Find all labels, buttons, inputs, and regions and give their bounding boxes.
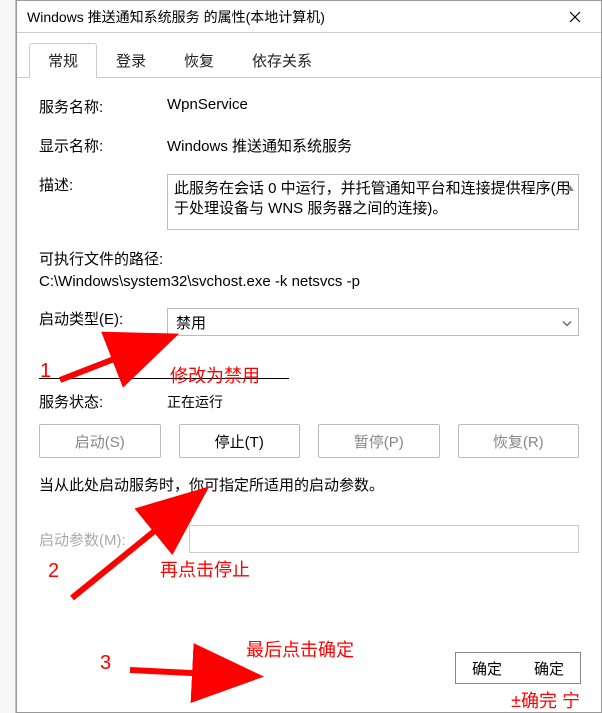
close-icon (569, 11, 581, 23)
start-params-label: 启动参数(M): (39, 529, 189, 550)
display-name-label: 显示名称: (39, 135, 167, 156)
close-button[interactable] (555, 3, 595, 31)
scroll-up-icon[interactable] (565, 179, 575, 189)
resume-button: 恢复(R) (458, 424, 580, 458)
dialog-button-group: 确定 确定 (455, 652, 581, 684)
display-name-value: Windows 推送通知系统服务 (167, 135, 579, 156)
tab-content: 服务名称: WpnService 显示名称: Windows 推送通知系统服务 … (17, 78, 601, 583)
exe-path-label: 可执行文件的路径: (39, 248, 579, 269)
window-title: Windows 推送通知系统服务 的属性(本地计算机) (27, 7, 555, 27)
chevron-down-icon (562, 314, 572, 331)
description-label: 描述: (39, 174, 167, 195)
service-name-value: WpnService (167, 96, 579, 113)
startup-type-value: 禁用 (176, 312, 206, 333)
pause-button: 暂停(P) (318, 424, 440, 458)
description-text: 此服务在会话 0 中运行，并托管通知平台和连接提供程序(用于处理设备与 WNS … (174, 180, 571, 217)
service-status-label: 服务状态: (39, 391, 167, 412)
tab-general[interactable]: 常规 (29, 43, 97, 78)
description-textarea[interactable]: 此服务在会话 0 中运行，并托管通知平台和连接提供程序(用于处理设备与 WNS … (167, 174, 579, 230)
tab-recovery[interactable]: 恢复 (165, 43, 233, 77)
annotation-cutoff-text: ±确完 宁 (511, 687, 580, 713)
ok-button-2[interactable]: 确定 (518, 653, 580, 683)
service-status-value: 正在运行 (167, 392, 223, 412)
startup-type-select[interactable]: 禁用 (167, 308, 579, 336)
start-params-input (189, 525, 579, 553)
titlebar: Windows 推送通知系统服务 的属性(本地计算机) (17, 1, 601, 33)
start-params-hint: 当从此处启动服务时，你可指定所适用的启动参数。 (39, 474, 579, 495)
properties-dialog: Windows 推送通知系统服务 的属性(本地计算机) 常规 登录 恢复 依存关… (16, 0, 602, 713)
separator (39, 378, 289, 379)
tab-logon[interactable]: 登录 (97, 43, 165, 77)
start-button: 启动(S) (39, 424, 161, 458)
tab-dependencies[interactable]: 依存关系 (233, 43, 331, 77)
startup-type-label: 启动类型(E): (39, 308, 167, 329)
tab-strip: 常规 登录 恢复 依存关系 (17, 33, 601, 78)
service-name-label: 服务名称: (39, 96, 167, 117)
stop-button[interactable]: 停止(T) (179, 424, 301, 458)
ok-button[interactable]: 确定 (456, 653, 518, 683)
exe-path-value: C:\Windows\system32\svchost.exe -k netsv… (39, 273, 579, 290)
